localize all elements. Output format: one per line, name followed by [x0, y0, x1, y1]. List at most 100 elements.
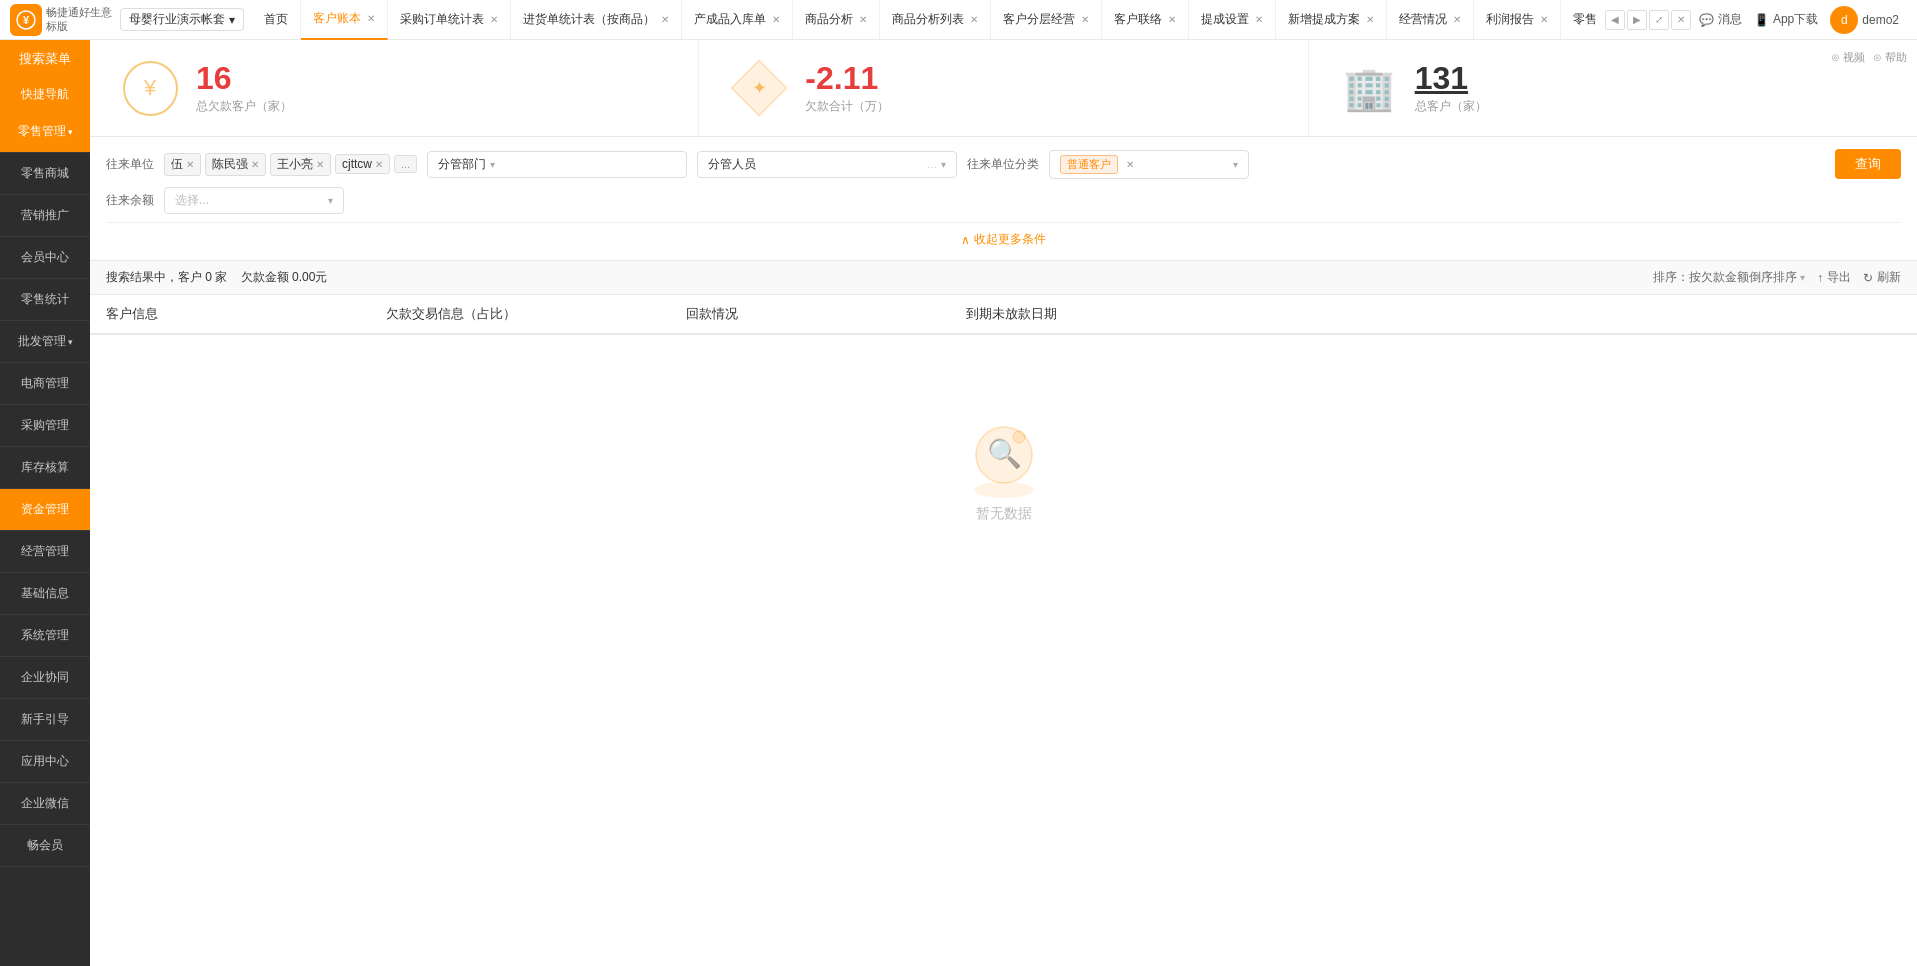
stat-icon-customers: 🏢 — [1339, 58, 1399, 118]
tab-close-customer-debt[interactable]: ✕ — [367, 13, 375, 24]
app-download-btn[interactable]: 📱 App下载 — [1754, 11, 1818, 28]
tab-operation-status[interactable]: 经营情况✕ — [1387, 0, 1474, 40]
table-col-debt-trade-info: 欠款交易信息（占比） — [386, 305, 686, 323]
stats-video-btn[interactable]: ⊙ 视频 — [1831, 50, 1865, 65]
refresh-btn[interactable]: ↻ 刷新 — [1863, 269, 1901, 286]
tab-next-arrow[interactable]: ▶ — [1627, 10, 1647, 30]
tab-close-all[interactable]: ✕ — [1671, 10, 1691, 30]
remainder-selector[interactable]: 选择... ▾ — [164, 187, 344, 214]
unit-tags: 伍✕陈民强✕王小亮✕cjttcw✕... — [164, 153, 417, 176]
stat-total-customers: ⊙ 视频 ⊙ 帮助 🏢 131 总客户（家） — [1309, 40, 1917, 136]
tab-close-customer-segment[interactable]: ✕ — [1081, 14, 1089, 25]
collapse-filters-btn[interactable]: ∧ 收起更多条件 — [106, 222, 1901, 248]
sidebar-item-app-center[interactable]: 应用中心 — [0, 741, 90, 783]
export-icon: ↑ — [1817, 271, 1823, 285]
tab-customer-contact[interactable]: 客户联络✕ — [1102, 0, 1189, 40]
unit-tags-more[interactable]: ... — [394, 155, 417, 173]
tab-close-improvement-settings[interactable]: ✕ — [1255, 14, 1263, 25]
building-icon: 🏢 — [1343, 64, 1395, 113]
unit-tag-cjttcw[interactable]: cjttcw✕ — [335, 154, 390, 174]
sidebar-item-system-mgmt[interactable]: 系统管理 — [0, 615, 90, 657]
tab-customer-debt[interactable]: 客户账本✕ — [301, 0, 388, 40]
tab-close-stock-in-stats[interactable]: ✕ — [661, 14, 669, 25]
tab-new-improvement[interactable]: 新增提成方案✕ — [1276, 0, 1387, 40]
unit-tag-王小亮[interactable]: 王小亮✕ — [270, 153, 331, 176]
export-btn[interactable]: ↑ 导出 — [1817, 269, 1851, 286]
sidebar-item-retail-stats[interactable]: 零售统计 — [0, 279, 90, 321]
tab-close-goods-analysis-list[interactable]: ✕ — [970, 14, 978, 25]
table-col-repayment-status: 回款情况 — [686, 305, 966, 323]
unit-tag-伍[interactable]: 伍✕ — [164, 153, 201, 176]
tab-close-new-improvement[interactable]: ✕ — [1366, 14, 1374, 25]
tab-customer-segment[interactable]: 客户分层经营✕ — [991, 0, 1102, 40]
person-selector[interactable]: 分管人员 … ▾ — [697, 151, 957, 178]
sidebar-item-ecommerce-mgmt[interactable]: 电商管理 — [0, 363, 90, 405]
message-icon: 💬 — [1699, 13, 1714, 27]
tab-improvement-settings[interactable]: 提成设置✕ — [1189, 0, 1276, 40]
category-filter-label: 往来单位分类 — [967, 156, 1039, 173]
tab-stock-in-stats[interactable]: 进货单统计表（按商品）✕ — [511, 0, 682, 40]
user-menu[interactable]: d demo2 — [1830, 6, 1899, 34]
stat-number-debt: -2.11 — [805, 62, 889, 94]
sidebar-item-enterprise-wechat[interactable]: 企业微信 — [0, 783, 90, 825]
sidebar-item-member-center[interactable]: 会员中心 — [0, 237, 90, 279]
sidebar-item-retail-mgmt[interactable]: 零售管理▾ — [0, 111, 90, 153]
sidebar-item-basic-info[interactable]: 基础信息 — [0, 573, 90, 615]
tab-bar: 首页客户账本✕采购订单统计表✕进货单统计表（按商品）✕产成品入库单✕商品分析✕商… — [252, 0, 1597, 40]
sidebar-quick-nav[interactable]: 快捷导航 — [0, 78, 90, 111]
account-selector[interactable]: 母婴行业演示帐套 ▾ — [120, 8, 244, 31]
sidebar-item-new-guide[interactable]: 新手引导 — [0, 699, 90, 741]
logo-icon: ¥ — [10, 4, 42, 36]
svg-point-2 — [974, 482, 1034, 498]
tab-goods-analysis[interactable]: 商品分析✕ — [793, 0, 880, 40]
svg-point-5 — [1013, 431, 1025, 443]
result-actions: 排序：按欠款金额倒序排序 ▾ ↑ 导出 ↻ 刷新 — [1653, 269, 1901, 286]
tab-purchase-order-stats[interactable]: 采购订单统计表✕ — [388, 0, 511, 40]
result-bar: 搜索结果中，客户 0 家 欠款金额 0.00元 排序：按欠款金额倒序排序 ▾ ↑… — [90, 261, 1917, 295]
tab-expand-arrow[interactable]: ⤢ — [1649, 10, 1669, 30]
logo-line2: 标版 — [46, 20, 112, 33]
tab-close-purchase-order-stats[interactable]: ✕ — [490, 14, 498, 25]
query-button[interactable]: 查询 — [1835, 149, 1901, 179]
sidebar-item-operation-mgmt[interactable]: 经营管理 — [0, 531, 90, 573]
empty-illustration: 🔍 — [959, 415, 1049, 505]
sidebar-item-capital-mgmt[interactable]: 资金管理 — [0, 489, 90, 531]
sidebar-item-wholesale-mgmt[interactable]: 批发管理▾ — [0, 321, 90, 363]
tab-product-stock-in[interactable]: 产成品入库单✕ — [682, 0, 793, 40]
table-col-customer-info: 客户信息 — [106, 305, 386, 323]
tab-prev-arrow[interactable]: ◀ — [1605, 10, 1625, 30]
tab-close-customer-contact[interactable]: ✕ — [1168, 14, 1176, 25]
tab-close-profit-report[interactable]: ✕ — [1540, 14, 1548, 25]
category-selector[interactable]: 普通客户 ✕ ▾ — [1049, 150, 1249, 179]
sort-label[interactable]: 排序：按欠款金额倒序排序 ▾ — [1653, 269, 1805, 286]
sidebar-item-inventory-check[interactable]: 库存核算 — [0, 447, 90, 489]
sidebar: 搜索菜单 快捷导航 零售管理▾零售商城营销推广会员中心零售统计批发管理▾电商管理… — [0, 40, 90, 966]
sidebar-item-marketing[interactable]: 营销推广 — [0, 195, 90, 237]
stats-help-btn[interactable]: ⊙ 帮助 — [1873, 50, 1907, 65]
data-table: 客户信息欠款交易信息（占比）回款情况到期未放款日期 🔍 暂无数据 — [90, 295, 1917, 966]
tab-close-goods-analysis[interactable]: ✕ — [859, 14, 867, 25]
stats-bar: ¥ 16 总欠款客户（家） ✦ -2.11 欠款合计（万） — [90, 40, 1917, 137]
svg-text:¥: ¥ — [23, 14, 30, 26]
tab-profit-report[interactable]: 利润报告✕ — [1474, 0, 1561, 40]
stat-number-debtors: 16 — [196, 62, 292, 94]
tab-close-operation-status[interactable]: ✕ — [1453, 14, 1461, 25]
sidebar-item-enterprise-collab[interactable]: 企业协同 — [0, 657, 90, 699]
tab-nav-arrows: ◀ ▶ ⤢ ✕ — [1605, 10, 1691, 30]
logo-area: ¥ 畅捷通好生意 标版 — [10, 4, 112, 36]
sidebar-item-member-vip[interactable]: 畅会员 — [0, 825, 90, 867]
sidebar-item-purchase-mgmt[interactable]: 采购管理 — [0, 405, 90, 447]
sidebar-search[interactable]: 搜索菜单 — [0, 40, 90, 78]
stat-number-customers: 131 — [1415, 62, 1487, 94]
chevron-down-icon: ▾ — [229, 13, 235, 27]
tab-home[interactable]: 首页 — [252, 0, 301, 40]
tab-goods-analysis-list[interactable]: 商品分析列表✕ — [880, 0, 991, 40]
dept-selector[interactable]: 分管部门 ▾ — [427, 151, 687, 178]
stat-debt-amount: ✦ -2.11 欠款合计（万） — [699, 40, 1308, 136]
unit-tag-陈民强[interactable]: 陈民强✕ — [205, 153, 266, 176]
sidebar-item-retail-shop[interactable]: 零售商城 — [0, 153, 90, 195]
tab-close-product-stock-in[interactable]: ✕ — [772, 14, 780, 25]
tab-retail-profit[interactable]: 零售利润(✕ — [1561, 0, 1597, 40]
stat-total-debtors: ¥ 16 总欠款客户（家） — [90, 40, 699, 136]
messages-btn[interactable]: 💬 消息 — [1699, 11, 1742, 28]
